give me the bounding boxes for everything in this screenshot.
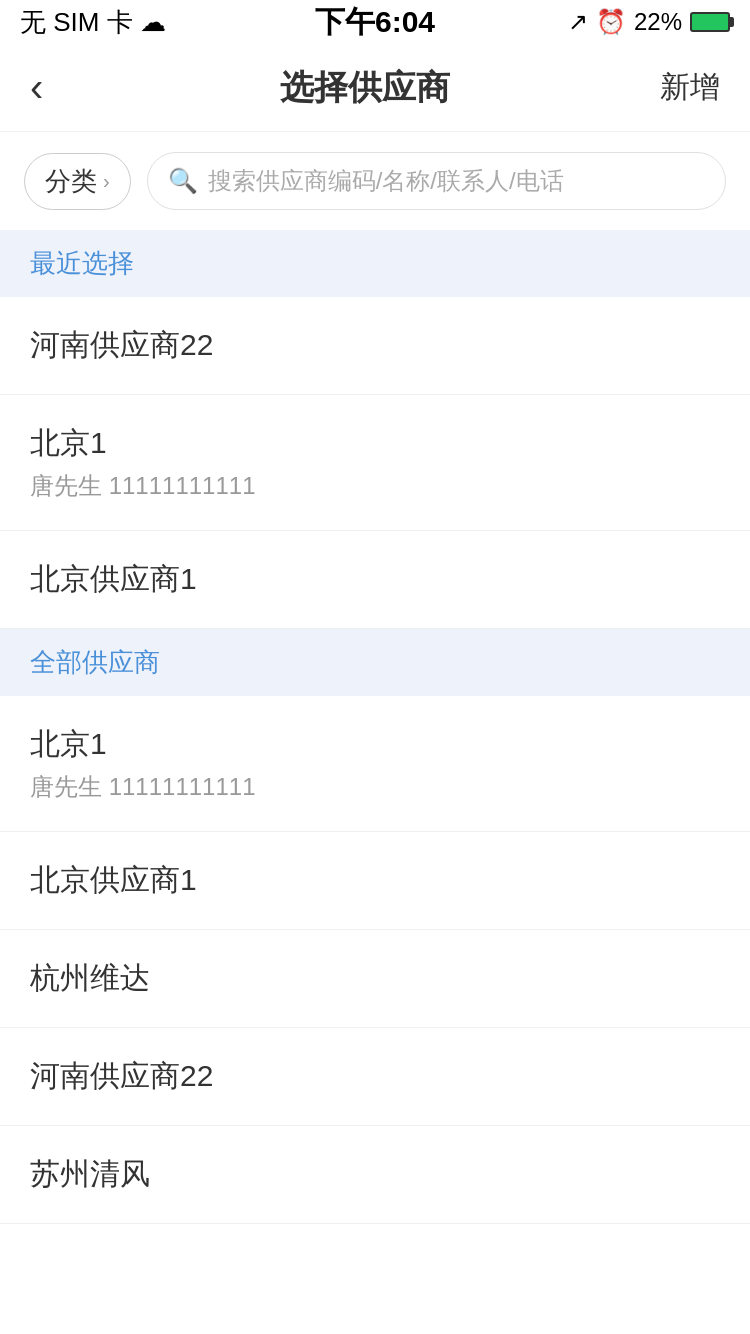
filter-bar: 分类 › 🔍 搜索供应商编码/名称/联系人/电话 <box>0 132 750 230</box>
all-list-item[interactable]: 北京供应商1 <box>0 832 750 930</box>
status-right: ↗ ⏰ 22% <box>568 8 730 36</box>
search-placeholder-text: 搜索供应商编码/名称/联系人/电话 <box>208 165 564 197</box>
search-icon: 🔍 <box>168 167 198 195</box>
recent-list: 河南供应商22 北京1 唐先生 11111111111 北京供应商1 <box>0 297 750 629</box>
recent-section-label: 最近选择 <box>30 248 134 278</box>
all-suppliers-list: 北京1 唐先生 11111111111 北京供应商1 杭州维达河南供应商22 苏州清风 <box>0 696 750 1224</box>
recent-list-item[interactable]: 北京1 唐先生 11111111111 <box>0 395 750 531</box>
item-name: 北京1 <box>30 724 720 765</box>
location-icon: ↗ <box>568 8 588 36</box>
item-name: 北京供应商1 <box>30 559 720 600</box>
all-list-item[interactable]: 杭州维达 <box>0 930 750 1028</box>
sim-label: 无 SIM 卡 ☁ <box>20 5 166 40</box>
all-list-item[interactable]: 苏州清风 <box>0 1126 750 1224</box>
item-name: 河南供应商22 <box>30 1056 720 1097</box>
item-name: 苏州清风 <box>30 1154 720 1195</box>
search-input-box[interactable]: 🔍 搜索供应商编码/名称/联系人/电话 <box>147 152 726 210</box>
all-section-label: 全部供应商 <box>30 647 160 677</box>
item-name: 北京1 <box>30 423 720 464</box>
status-left: 无 SIM 卡 ☁ <box>20 5 166 40</box>
battery-icon <box>690 12 730 32</box>
recent-list-item[interactable]: 河南供应商22 <box>0 297 750 395</box>
item-name: 北京供应商1 <box>30 860 720 901</box>
page-title: 选择供应商 <box>90 65 640 111</box>
status-bar: 无 SIM 卡 ☁ 下午6:04 ↗ ⏰ 22% <box>0 0 750 44</box>
item-name: 杭州维达 <box>30 958 720 999</box>
category-filter-button[interactable]: 分类 › <box>24 153 131 210</box>
chevron-right-icon: › <box>103 170 110 193</box>
category-label: 分类 <box>45 164 97 199</box>
item-name: 河南供应商22 <box>30 325 720 366</box>
recent-list-item[interactable]: 北京供应商1 <box>0 531 750 629</box>
all-list-item[interactable]: 河南供应商22 <box>0 1028 750 1126</box>
recent-section-header: 最近选择 <box>0 230 750 297</box>
battery-percent: 22% <box>634 8 682 36</box>
add-button[interactable]: 新增 <box>640 67 720 108</box>
all-list-item[interactable]: 北京1 唐先生 11111111111 <box>0 696 750 832</box>
back-button[interactable]: ‹ <box>30 65 90 110</box>
all-section-header: 全部供应商 <box>0 629 750 696</box>
item-sub: 唐先生 11111111111 <box>30 470 720 502</box>
alarm-icon: ⏰ <box>596 8 626 36</box>
item-sub: 唐先生 11111111111 <box>30 771 720 803</box>
status-time: 下午6:04 <box>315 2 435 43</box>
nav-bar: ‹ 选择供应商 新增 <box>0 44 750 132</box>
